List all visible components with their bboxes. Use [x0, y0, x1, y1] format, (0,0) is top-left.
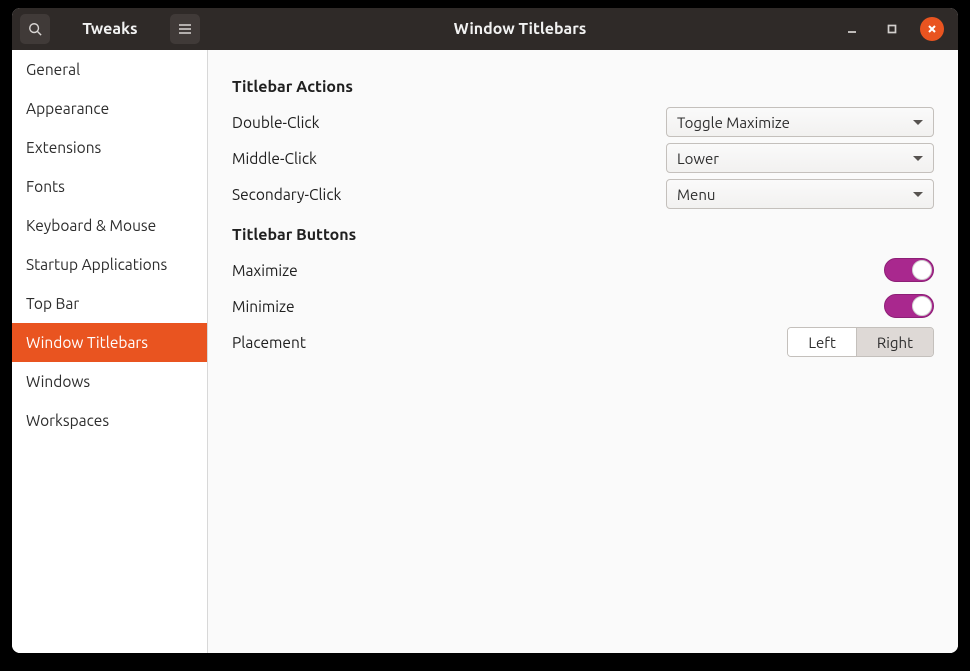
sidebar-item-top-bar[interactable]: Top Bar [12, 284, 207, 323]
label-middle-click: Middle-Click [232, 150, 666, 167]
page-title: Window Titlebars [454, 20, 587, 38]
app-title: Tweaks [60, 20, 160, 38]
sidebar-item-general[interactable]: General [12, 50, 207, 89]
chevron-down-icon [913, 120, 923, 125]
label-double-click: Double-Click [232, 114, 666, 131]
app-window: Tweaks Window Titlebars [12, 8, 958, 653]
row-middle-click: Middle-Click Lower [232, 140, 934, 176]
sidebar-item-startup-applications[interactable]: Startup Applications [12, 245, 207, 284]
headerbar: Tweaks Window Titlebars [12, 8, 958, 50]
content-pane: Titlebar Actions Double-Click Toggle Max… [208, 50, 958, 653]
sidebar-item-keyboard-mouse[interactable]: Keyboard & Mouse [12, 206, 207, 245]
window-minimize-button[interactable] [840, 17, 864, 41]
chevron-down-icon [913, 156, 923, 161]
label-secondary-click: Secondary-Click [232, 186, 666, 203]
headerbar-left: Tweaks [12, 8, 208, 50]
dropdown-middle-click-value: Lower [677, 150, 913, 167]
placement-left-button[interactable]: Left [788, 328, 856, 356]
dropdown-secondary-click[interactable]: Menu [666, 179, 934, 209]
dropdown-secondary-click-value: Menu [677, 186, 913, 203]
dropdown-double-click[interactable]: Toggle Maximize [666, 107, 934, 137]
sidebar: General Appearance Extensions Fonts Keyb… [12, 50, 208, 653]
window-maximize-button[interactable] [880, 17, 904, 41]
sidebar-item-appearance[interactable]: Appearance [12, 89, 207, 128]
row-double-click: Double-Click Toggle Maximize [232, 104, 934, 140]
placement-right-button[interactable]: Right [856, 328, 933, 356]
maximize-icon [887, 24, 897, 34]
row-maximize-toggle: Maximize [232, 252, 934, 288]
sidebar-item-fonts[interactable]: Fonts [12, 167, 207, 206]
row-placement: Placement Left Right [232, 324, 934, 360]
search-button[interactable] [20, 14, 50, 44]
menu-button[interactable] [170, 14, 200, 44]
row-secondary-click: Secondary-Click Menu [232, 176, 934, 212]
search-icon [28, 22, 42, 36]
row-minimize-toggle: Minimize [232, 288, 934, 324]
body: General Appearance Extensions Fonts Keyb… [12, 50, 958, 653]
section-title-titlebar-buttons: Titlebar Buttons [232, 226, 934, 244]
dropdown-double-click-value: Toggle Maximize [677, 114, 913, 131]
sidebar-item-extensions[interactable]: Extensions [12, 128, 207, 167]
window-close-button[interactable] [920, 17, 944, 41]
sidebar-item-windows[interactable]: Windows [12, 362, 207, 401]
headerbar-center: Window Titlebars [208, 8, 832, 50]
section-title-titlebar-actions: Titlebar Actions [232, 78, 934, 96]
minimize-icon [847, 24, 857, 34]
segmented-placement: Left Right [787, 327, 934, 357]
close-icon [927, 24, 937, 34]
toggle-maximize[interactable] [884, 258, 934, 282]
label-placement: Placement [232, 334, 787, 351]
label-maximize: Maximize [232, 262, 884, 279]
chevron-down-icon [913, 192, 923, 197]
hamburger-icon [178, 23, 192, 35]
sidebar-item-workspaces[interactable]: Workspaces [12, 401, 207, 440]
headerbar-right [832, 8, 958, 50]
sidebar-item-window-titlebars[interactable]: Window Titlebars [12, 323, 207, 362]
dropdown-middle-click[interactable]: Lower [666, 143, 934, 173]
toggle-minimize[interactable] [884, 294, 934, 318]
label-minimize: Minimize [232, 298, 884, 315]
